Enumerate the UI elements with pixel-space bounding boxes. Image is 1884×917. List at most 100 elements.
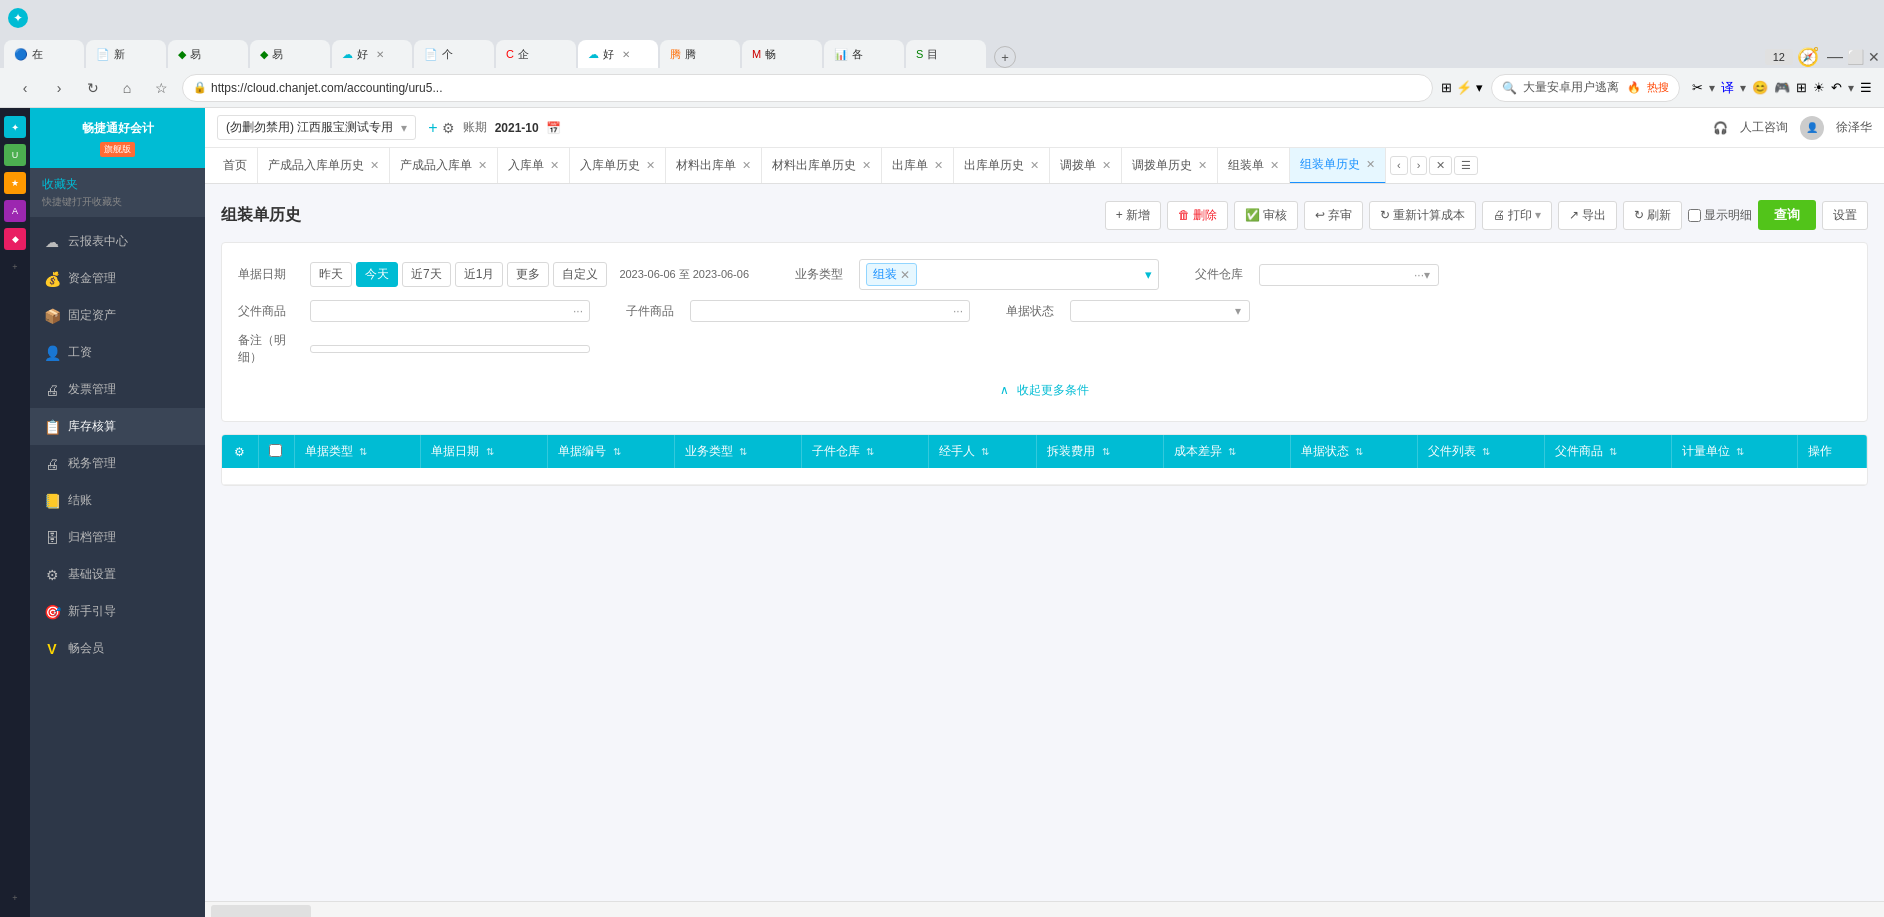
menu-item-finance[interactable]: 💰 资金管理 bbox=[30, 260, 205, 297]
col-biz-type[interactable]: 业务类型 ⇅ bbox=[675, 435, 802, 468]
scissors-icon[interactable]: ✂ bbox=[1692, 80, 1703, 95]
company-selector[interactable]: (勿删勿禁用) 江西服宝测试专用 ▾ bbox=[217, 115, 416, 140]
col-checkbox[interactable] bbox=[258, 435, 294, 468]
search-bar[interactable]: 🔍 大量安卓用户逃离 🔥 热搜 bbox=[1491, 74, 1680, 102]
col-disassemble-cost[interactable]: 拆装费用 ⇅ bbox=[1037, 435, 1164, 468]
close-mat-out-history[interactable]: ✕ bbox=[862, 159, 871, 172]
close-out[interactable]: ✕ bbox=[934, 159, 943, 172]
browser-tab-6[interactable]: 📄 个 bbox=[414, 40, 494, 68]
biz-type-filter[interactable]: 组装 ✕ ▾ bbox=[859, 259, 1159, 290]
parent-warehouse-filter[interactable]: ··· ▾ bbox=[1259, 264, 1439, 286]
page-tab-prod-in[interactable]: 产成品入库单 ✕ bbox=[390, 148, 498, 184]
refresh-button[interactable]: ↻ 刷新 bbox=[1623, 201, 1682, 230]
close-prod-history[interactable]: ✕ bbox=[370, 159, 379, 172]
menu-item-guide[interactable]: 🎯 新手引导 bbox=[30, 593, 205, 630]
child-goods-filter[interactable]: ··· bbox=[690, 300, 970, 322]
remove-biz-type-tag[interactable]: ✕ bbox=[900, 268, 910, 282]
date-btn-yesterday[interactable]: 昨天 bbox=[310, 262, 352, 287]
dropdown-icon[interactable]: ▾ bbox=[1476, 80, 1483, 95]
sort-doc-status[interactable]: ⇅ bbox=[1355, 446, 1363, 457]
browser-tab-11[interactable]: 📊 各 bbox=[824, 40, 904, 68]
tab-close-all[interactable]: ✕ bbox=[1429, 156, 1452, 175]
collapse-button[interactable]: ∧ 收起更多条件 bbox=[238, 376, 1851, 405]
col-child-warehouse[interactable]: 子件仓库 ⇅ bbox=[801, 435, 928, 468]
sort-parent-goods[interactable]: ⇅ bbox=[1609, 446, 1617, 457]
reload-button[interactable]: ↻ bbox=[80, 75, 106, 101]
close-stock-in-history[interactable]: ✕ bbox=[646, 159, 655, 172]
menu-item-archive[interactable]: 🗄 归档管理 bbox=[30, 519, 205, 556]
audit-button[interactable]: ✅ 审核 bbox=[1234, 201, 1298, 230]
page-tab-transfer-history[interactable]: 调拨单历史 ✕ bbox=[1122, 148, 1218, 184]
col-doc-no[interactable]: 单据编号 ⇅ bbox=[548, 435, 675, 468]
left-icon-bottom[interactable]: + bbox=[4, 887, 26, 909]
date-btn-custom[interactable]: 自定义 bbox=[553, 262, 607, 287]
col-parent-list[interactable]: 父件列表 ⇅ bbox=[1417, 435, 1544, 468]
forward-button[interactable]: › bbox=[46, 75, 72, 101]
recalculate-button[interactable]: ↻ 重新计算成本 bbox=[1369, 201, 1476, 230]
add-button[interactable]: + 新增 bbox=[1105, 201, 1161, 230]
biz-type-tag[interactable]: 组装 ✕ bbox=[866, 263, 917, 286]
undo-icon[interactable]: ↶ bbox=[1831, 80, 1842, 95]
left-icon-1[interactable]: ✦ bbox=[4, 116, 26, 138]
close-stock-in[interactable]: ✕ bbox=[550, 159, 559, 172]
sort-doc-date[interactable]: ⇅ bbox=[486, 446, 494, 457]
add-company-btn[interactable]: + bbox=[428, 119, 437, 137]
delete-button[interactable]: 🗑 删除 bbox=[1167, 201, 1228, 230]
col-settings[interactable]: ⚙ bbox=[222, 435, 258, 468]
left-icon-5[interactable]: ◆ bbox=[4, 228, 26, 250]
sort-child-warehouse[interactable]: ⇅ bbox=[866, 446, 874, 457]
browser-tab-2[interactable]: 📄 新 bbox=[86, 40, 166, 68]
sun-icon[interactable]: ☀ bbox=[1813, 80, 1825, 95]
emoji-icon[interactable]: 😊 bbox=[1752, 80, 1768, 95]
col-doc-date[interactable]: 单据日期 ⇅ bbox=[421, 435, 548, 468]
address-bar[interactable]: 🔒 https://cloud.chanjet.com/accounting/u… bbox=[182, 74, 1433, 102]
select-all-checkbox[interactable] bbox=[269, 444, 282, 457]
col-handler[interactable]: 经手人 ⇅ bbox=[928, 435, 1037, 468]
sort-disassemble-cost[interactable]: ⇅ bbox=[1102, 446, 1110, 457]
game-icon[interactable]: 🎮 bbox=[1774, 80, 1790, 95]
page-tab-home[interactable]: 首页 bbox=[213, 148, 258, 184]
page-tab-mat-out-history[interactable]: 材料出库单历史 ✕ bbox=[762, 148, 882, 184]
query-button[interactable]: 查询 bbox=[1758, 200, 1816, 230]
col-unit[interactable]: 计量单位 ⇅ bbox=[1671, 435, 1798, 468]
page-tab-assemble[interactable]: 组装单 ✕ bbox=[1218, 148, 1290, 184]
col-parent-goods[interactable]: 父件商品 ⇅ bbox=[1544, 435, 1671, 468]
page-tab-mat-out[interactable]: 材料出库单 ✕ bbox=[666, 148, 762, 184]
left-icon-2[interactable]: U bbox=[4, 144, 26, 166]
biz-type-dropdown[interactable]: ▾ bbox=[1145, 267, 1152, 282]
close-prod-in[interactable]: ✕ bbox=[478, 159, 487, 172]
parent-goods-filter[interactable]: ··· bbox=[310, 300, 590, 322]
date-btn-month[interactable]: 近1月 bbox=[455, 262, 504, 287]
parent-goods-more[interactable]: ··· bbox=[573, 304, 583, 318]
close-mat-out[interactable]: ✕ bbox=[742, 159, 751, 172]
browser-tab-1[interactable]: 🔵 在 bbox=[4, 40, 84, 68]
tab-more[interactable]: ☰ bbox=[1454, 156, 1478, 175]
sort-cost-diff[interactable]: ⇅ bbox=[1228, 446, 1236, 457]
discard-button[interactable]: ↩ 弃审 bbox=[1304, 201, 1363, 230]
menu-item-account[interactable]: 📒 结账 bbox=[30, 482, 205, 519]
notes-filter[interactable] bbox=[310, 345, 590, 353]
print-button[interactable]: 🖨 打印 ▾ bbox=[1482, 201, 1552, 230]
tab-right-arrow[interactable]: › bbox=[1410, 156, 1428, 175]
close-transfer-history[interactable]: ✕ bbox=[1198, 159, 1207, 172]
lightning-icon[interactable]: ⚡ bbox=[1456, 80, 1472, 95]
back-button[interactable]: ‹ bbox=[12, 75, 38, 101]
col-doc-status[interactable]: 单据状态 ⇅ bbox=[1290, 435, 1417, 468]
date-btn-week[interactable]: 近7天 bbox=[402, 262, 451, 287]
grid-icon[interactable]: ⊞ bbox=[1441, 80, 1452, 95]
sort-handler[interactable]: ⇅ bbox=[981, 446, 989, 457]
browser-tab-8[interactable]: ☁ 好 ✕ bbox=[578, 40, 658, 68]
menu-item-stock[interactable]: 📋 库存核算 bbox=[30, 408, 205, 445]
menu-item-tax[interactable]: 🖨 税务管理 bbox=[30, 445, 205, 482]
export-button[interactable]: ↗ 导出 bbox=[1558, 201, 1617, 230]
period-selector[interactable]: 账期 2021-10 📅 bbox=[463, 119, 561, 136]
page-tab-assemble-history[interactable]: 组装单历史 ✕ bbox=[1290, 148, 1386, 184]
browser-tab-4[interactable]: ◆ 易 bbox=[250, 40, 330, 68]
translate-icon[interactable]: 译 bbox=[1721, 79, 1734, 97]
new-tab-button[interactable]: + bbox=[994, 46, 1016, 68]
sort-unit[interactable]: ⇅ bbox=[1736, 446, 1744, 457]
horizontal-scrollbar[interactable] bbox=[205, 901, 1884, 917]
menu-item-salary[interactable]: 👤 工资 bbox=[30, 334, 205, 371]
left-icon-4[interactable]: A bbox=[4, 200, 26, 222]
browser-tab-7[interactable]: C 企 bbox=[496, 40, 576, 68]
